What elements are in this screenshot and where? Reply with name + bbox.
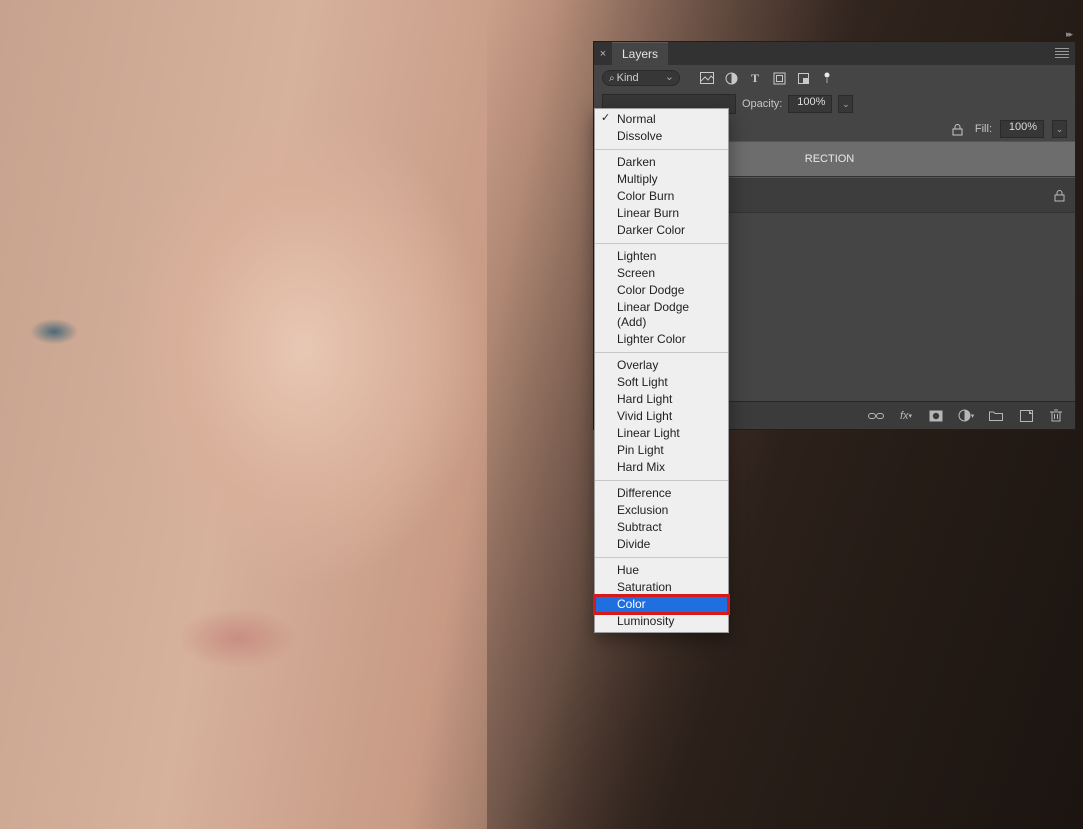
opacity-label: Opacity:	[742, 98, 782, 110]
blendmode-option[interactable]: Color Dodge	[595, 282, 728, 299]
blendmode-option[interactable]: Normal	[595, 111, 728, 128]
close-icon[interactable]: ×	[594, 48, 612, 60]
blendmode-option[interactable]: Overlay	[595, 357, 728, 374]
search-icon: ⌕	[609, 73, 615, 84]
blendmode-option[interactable]: Darken	[595, 154, 728, 171]
lock-icon[interactable]	[949, 120, 967, 138]
opacity-input[interactable]: 100%	[788, 95, 832, 113]
blendmode-option[interactable]: Screen	[595, 265, 728, 282]
blendmode-option[interactable]: Color	[595, 596, 728, 613]
blendmode-option[interactable]: Linear Burn	[595, 205, 728, 222]
fx-icon[interactable]: fx▾	[897, 407, 915, 425]
dropdown-separator	[595, 243, 728, 244]
shape-filter-icon[interactable]	[770, 69, 788, 87]
blendmode-option[interactable]: Darker Color	[595, 222, 728, 239]
layer-name: RECTION	[805, 153, 855, 165]
blendmode-option[interactable]: Lighter Color	[595, 331, 728, 348]
type-filter-icon[interactable]: T	[746, 69, 764, 87]
dropdown-separator	[595, 149, 728, 150]
trash-icon[interactable]	[1047, 407, 1065, 425]
mask-icon[interactable]	[927, 407, 945, 425]
blendmode-option[interactable]: Saturation	[595, 579, 728, 596]
layer-filter-label: Kind	[617, 72, 639, 84]
blendmode-option[interactable]: Dissolve	[595, 128, 728, 145]
blendmode-option[interactable]: Difference	[595, 485, 728, 502]
blendmode-option[interactable]: Hard Light	[595, 391, 728, 408]
link-layers-icon[interactable]	[867, 407, 885, 425]
blendmode-option[interactable]: Color Burn	[595, 188, 728, 205]
image-filter-icon[interactable]	[698, 69, 716, 87]
panel-menu-icon[interactable]	[1055, 48, 1069, 58]
blendmode-option[interactable]: Hard Mix	[595, 459, 728, 476]
blendmode-option[interactable]: Subtract	[595, 519, 728, 536]
blendmode-option[interactable]: Linear Dodge (Add)	[595, 299, 728, 331]
fill-input[interactable]: 100%	[1000, 120, 1044, 138]
panel-collapse-icon[interactable]: ▸▸	[1066, 29, 1071, 40]
layer-filter-row: ⌕Kind T	[594, 65, 1075, 91]
blendmode-option[interactable]: Multiply	[595, 171, 728, 188]
panel-tabbar: × Layers	[594, 42, 1075, 65]
blendmode-option[interactable]: Pin Light	[595, 442, 728, 459]
blendmode-option[interactable]: Linear Light	[595, 425, 728, 442]
layer-filter-select[interactable]: ⌕Kind	[602, 70, 680, 86]
opacity-stepper[interactable]: ⌄	[838, 95, 853, 113]
fill-label: Fill:	[975, 123, 992, 135]
fill-stepper[interactable]: ⌄	[1052, 120, 1067, 138]
blendmode-option[interactable]: Vivid Light	[595, 408, 728, 425]
adjustment-layer-icon[interactable]: ▾	[957, 407, 975, 425]
lock-icon	[1054, 189, 1065, 202]
blendmode-option[interactable]: Luminosity	[595, 613, 728, 630]
dropdown-separator	[595, 557, 728, 558]
group-icon[interactable]	[987, 407, 1005, 425]
dropdown-separator	[595, 480, 728, 481]
blendmode-option[interactable]: Divide	[595, 536, 728, 553]
adjustment-filter-icon[interactable]	[722, 69, 740, 87]
dropdown-separator	[595, 352, 728, 353]
artboard-filter-icon[interactable]	[818, 69, 836, 87]
new-layer-icon[interactable]	[1017, 407, 1035, 425]
blendmode-option[interactable]: Hue	[595, 562, 728, 579]
blendmode-dropdown[interactable]: NormalDissolveDarkenMultiplyColor BurnLi…	[594, 108, 729, 633]
blendmode-option[interactable]: Exclusion	[595, 502, 728, 519]
tab-layers[interactable]: Layers	[612, 42, 668, 66]
blendmode-option[interactable]: Lighten	[595, 248, 728, 265]
blendmode-option[interactable]: Soft Light	[595, 374, 728, 391]
smartobject-filter-icon[interactable]	[794, 69, 812, 87]
